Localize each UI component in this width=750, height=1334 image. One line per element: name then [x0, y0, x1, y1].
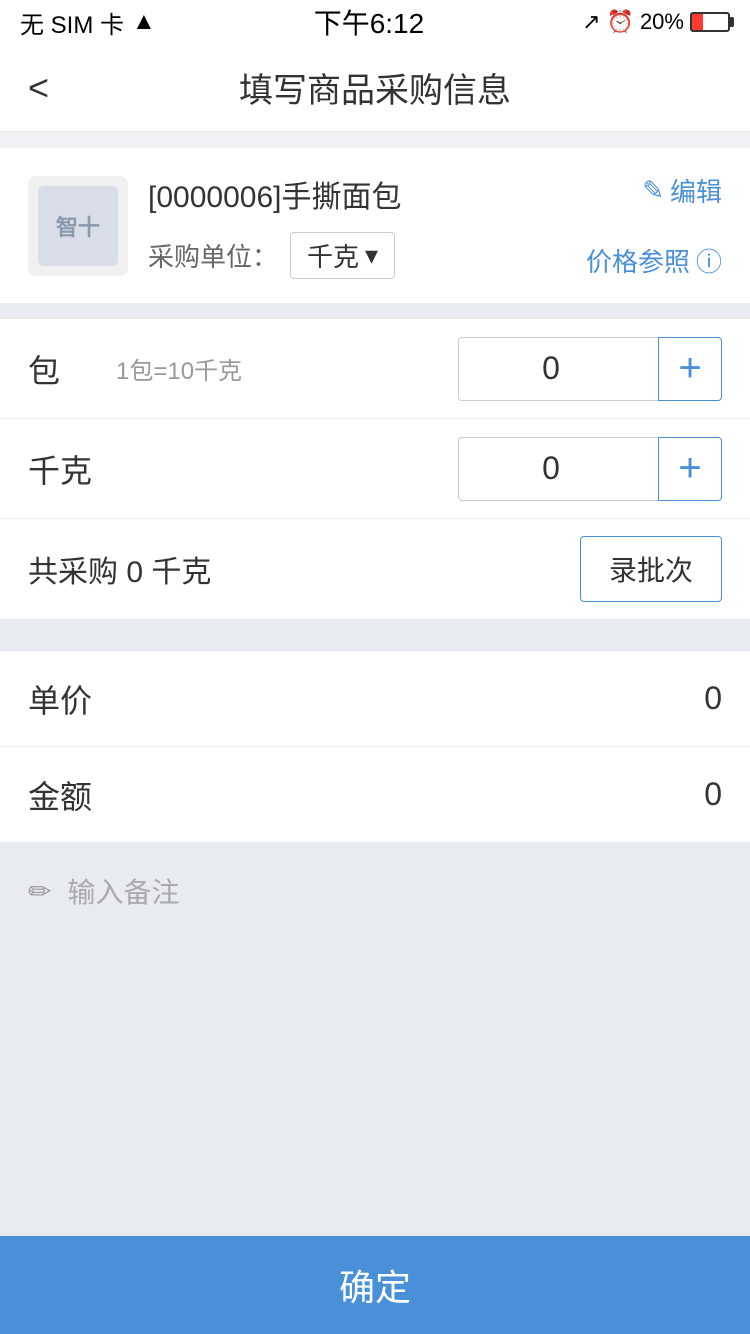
no-sim-label: 无 SIM 卡 — [20, 5, 124, 40]
page-title: 填写商品采购信息 — [239, 63, 511, 112]
kg-plus-button[interactable]: + — [658, 437, 722, 501]
status-right: ↗ ⏰ 20% — [582, 9, 730, 35]
bag-input-control: + — [458, 337, 722, 401]
amount-label: 金额 — [28, 772, 92, 818]
kg-label: 千克 — [28, 446, 108, 492]
info-icon: ⓘ — [696, 242, 722, 279]
remark-placeholder: 输入备注 — [67, 871, 179, 911]
kg-input-row: 千克 + — [0, 419, 750, 519]
status-left: 无 SIM 卡 ▲ — [20, 5, 156, 40]
amount-value: 0 — [704, 776, 722, 813]
dropdown-icon: ▾ — [365, 240, 378, 271]
unit-price-value: 0 — [704, 680, 722, 717]
unit-price-label: 单价 — [28, 676, 92, 722]
status-bar: 无 SIM 卡 ▲ 下午6:12 ↗ ⏰ 20% — [0, 0, 750, 44]
location-icon: ↗ — [582, 9, 600, 35]
product-card: 智十 [0000006]手撕面包 采购单位： 千克 ▾ ✎ 编辑 价格参照 ⓘ — [0, 148, 750, 303]
remark-section[interactable]: ✏ 输入备注 — [0, 843, 750, 939]
input-section: 包 1包=10千克 + 千克 + — [0, 319, 750, 519]
wifi-icon: ▲ — [132, 8, 156, 36]
battery-icon — [690, 12, 730, 32]
unit-price-row: 单价 0 — [0, 651, 750, 747]
bag-plus-button[interactable]: + — [658, 337, 722, 401]
unit-select[interactable]: 千克 ▾ — [290, 232, 395, 279]
total-label: 共采购 0 千克 — [28, 547, 211, 591]
kg-input-control: + — [458, 437, 722, 501]
battery-percent: 20% — [640, 9, 684, 35]
kg-quantity-input[interactable] — [458, 437, 658, 501]
bag-sublabel: 1包=10千克 — [116, 351, 458, 386]
nav-bar: < 填写商品采购信息 — [0, 44, 750, 132]
bag-quantity-input[interactable] — [458, 337, 658, 401]
total-row: 共采购 0 千克 录批次 — [0, 519, 750, 619]
product-name: [0000006]手撕面包 — [148, 172, 722, 216]
divider-1 — [0, 303, 750, 319]
price-ref-button[interactable]: 价格参照 ⓘ — [586, 242, 722, 279]
divider-2 — [0, 619, 750, 635]
remark-icon: ✏ — [28, 875, 51, 908]
bag-label: 包 — [28, 346, 108, 392]
status-time: 下午6:12 — [314, 2, 425, 42]
unit-label: 采购单位： — [148, 237, 278, 274]
bag-input-row: 包 1包=10千克 + — [0, 319, 750, 419]
product-image: 智十 — [28, 176, 128, 276]
alarm-icon: ⏰ — [607, 9, 634, 35]
price-section: 单价 0 金额 0 — [0, 651, 750, 843]
confirm-button[interactable]: 确定 — [0, 1236, 750, 1334]
amount-row: 金额 0 — [0, 747, 750, 843]
batch-button[interactable]: 录批次 — [580, 536, 722, 602]
back-button[interactable]: < — [28, 67, 49, 109]
edit-icon: ✎ — [642, 175, 664, 206]
product-img-label: 智十 — [38, 186, 118, 266]
edit-button[interactable]: ✎ 编辑 — [642, 172, 722, 209]
